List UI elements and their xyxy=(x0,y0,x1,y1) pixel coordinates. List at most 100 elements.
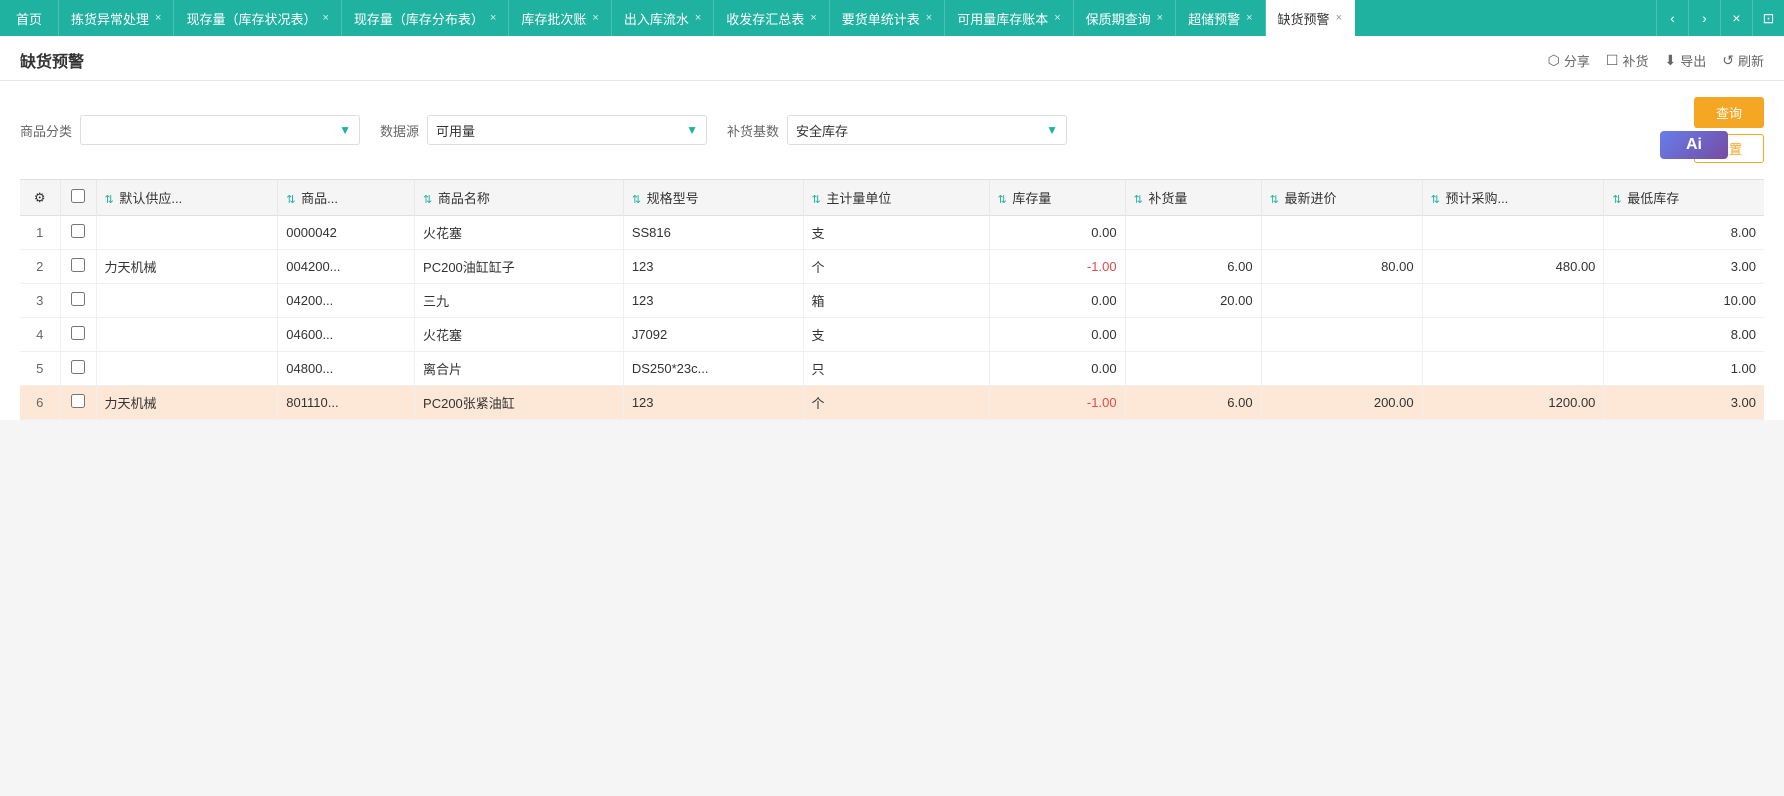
close-tab-11[interactable]: × xyxy=(1336,12,1342,24)
row-name-5: PC200张紧油缸 xyxy=(415,386,624,420)
row-code-5: 801110... xyxy=(278,386,415,420)
row-price-5: 200.00 xyxy=(1261,386,1422,420)
row-supplier-0 xyxy=(96,216,278,250)
share-button[interactable]: ⬡ 分享 xyxy=(1548,51,1590,70)
row-supplier-3 xyxy=(96,318,278,352)
row-est-4 xyxy=(1422,352,1604,386)
row-check-2[interactable] xyxy=(60,284,96,318)
th-product-code[interactable]: ⇅ 商品... xyxy=(278,180,415,216)
nav-tab-10[interactable]: 超储预警 × xyxy=(1176,0,1265,36)
close-tab-2[interactable]: × xyxy=(322,12,328,24)
th-est-purchase[interactable]: ⇅ 预计采购... xyxy=(1422,180,1604,216)
row-check-4[interactable] xyxy=(60,352,96,386)
row-num-0: 1 xyxy=(20,216,60,250)
row-check-5[interactable] xyxy=(60,386,96,420)
row-min-4: 1.00 xyxy=(1604,352,1764,386)
nav-close-button[interactable]: × xyxy=(1720,0,1752,36)
row-num-4: 5 xyxy=(20,352,60,386)
row-checkbox-1[interactable] xyxy=(71,258,85,272)
top-nav: 首页 拣货异常处理 × 现存量（库存状况表） × 现存量（库存分布表） × 库存… xyxy=(0,0,1784,36)
close-tab-1[interactable]: × xyxy=(155,12,161,24)
nav-tab-11[interactable]: 缺货预警 × xyxy=(1266,0,1355,36)
th-latest-price[interactable]: ⇅ 最新进价 xyxy=(1261,180,1422,216)
nav-tab-1[interactable]: 拣货异常处理 × xyxy=(59,0,174,36)
th-product-name[interactable]: ⇅ 商品名称 xyxy=(415,180,624,216)
sort-icon-stock: ⇅ xyxy=(998,194,1007,206)
row-num-1: 2 xyxy=(20,250,60,284)
close-tab-8[interactable]: × xyxy=(1054,12,1060,24)
row-code-3: 04600... xyxy=(278,318,415,352)
table-row: 6 力天机械 801110... PC200张紧油缸 123 个 -1.00 6… xyxy=(20,386,1764,420)
close-tab-6[interactable]: × xyxy=(810,12,816,24)
table-container: ⚙ ⇅ 默认供应... ⇅ 商品... ⇅ 商品名称 xyxy=(0,179,1784,420)
close-tab-10[interactable]: × xyxy=(1246,12,1252,24)
close-tab-4[interactable]: × xyxy=(592,12,598,24)
row-est-0 xyxy=(1422,216,1604,250)
sort-icon-replenish: ⇅ xyxy=(1134,194,1143,206)
th-unit[interactable]: ⇅ 主计量单位 xyxy=(803,180,989,216)
export-button[interactable]: ⬇ 导出 xyxy=(1665,51,1707,70)
row-spec-0: SS816 xyxy=(623,216,803,250)
data-source-arrow-icon: ▼ xyxy=(686,123,698,137)
replenish-button[interactable]: ☐ 补货 xyxy=(1606,51,1649,70)
row-check-0[interactable] xyxy=(60,216,96,250)
page-header: 缺货预警 ⬡ 分享 ☐ 补货 ⬇ 导出 ↺ 刷新 xyxy=(0,36,1784,81)
row-spec-5: 123 xyxy=(623,386,803,420)
nav-next-button[interactable]: › xyxy=(1688,0,1720,36)
row-checkbox-2[interactable] xyxy=(71,292,85,306)
nav-tab-6[interactable]: 收发存汇总表 × xyxy=(714,0,829,36)
nav-tab-home[interactable]: 首页 xyxy=(0,0,59,36)
close-tab-7[interactable]: × xyxy=(926,12,932,24)
close-tab-5[interactable]: × xyxy=(695,12,701,24)
row-stock-2: 0.00 xyxy=(989,284,1125,318)
sort-icon-supplier: ⇅ xyxy=(105,194,114,206)
nav-expand-button[interactable]: ⊡ xyxy=(1752,0,1784,36)
close-tab-3[interactable]: × xyxy=(490,12,496,24)
row-checkbox-0[interactable] xyxy=(71,224,85,238)
row-est-1: 480.00 xyxy=(1422,250,1604,284)
nav-prev-button[interactable]: ‹ xyxy=(1656,0,1688,36)
ai-badge[interactable]: Ai xyxy=(1660,131,1728,159)
table-row: 1 0000042 火花塞 SS816 支 0.00 8.00 xyxy=(20,216,1764,250)
nav-tab-4[interactable]: 库存批次账 × xyxy=(509,0,611,36)
refresh-button[interactable]: ↺ 刷新 xyxy=(1722,51,1764,70)
nav-tab-9[interactable]: 保质期查询 × xyxy=(1074,0,1176,36)
row-price-3 xyxy=(1261,318,1422,352)
data-source-select[interactable]: 可用量 ▼ xyxy=(427,115,707,145)
nav-tab-3[interactable]: 现存量（库存分布表） × xyxy=(342,0,509,36)
query-button[interactable]: 查询 xyxy=(1694,97,1764,128)
row-check-1[interactable] xyxy=(60,250,96,284)
nav-tab-2[interactable]: 现存量（库存状况表） × xyxy=(174,0,341,36)
row-name-2: 三九 xyxy=(415,284,624,318)
nav-tab-5[interactable]: 出入库流水 × xyxy=(612,0,714,36)
close-tab-9[interactable]: × xyxy=(1157,12,1163,24)
nav-tab-8[interactable]: 可用量库存账本 × xyxy=(945,0,1073,36)
row-stock-1: -1.00 xyxy=(989,250,1125,284)
row-checkbox-4[interactable] xyxy=(71,360,85,374)
page-title: 缺货预警 xyxy=(20,48,84,72)
row-spec-3: J7092 xyxy=(623,318,803,352)
th-replenish-qty[interactable]: ⇅ 补货量 xyxy=(1125,180,1261,216)
row-check-3[interactable] xyxy=(60,318,96,352)
table-row: 5 04800... 离合片 DS250*23c... 只 0.00 1.00 xyxy=(20,352,1764,386)
table-row: 3 04200... 三九 123 箱 0.00 20.00 10.00 xyxy=(20,284,1764,318)
row-supplier-4 xyxy=(96,352,278,386)
row-unit-3: 支 xyxy=(803,318,989,352)
th-spec[interactable]: ⇅ 规格型号 xyxy=(623,180,803,216)
replenish-base-select[interactable]: 安全库存 ▼ xyxy=(787,115,1067,145)
row-unit-5: 个 xyxy=(803,386,989,420)
row-checkbox-5[interactable] xyxy=(71,394,85,408)
nav-tab-7[interactable]: 要货单统计表 × xyxy=(830,0,945,36)
row-spec-2: 123 xyxy=(623,284,803,318)
product-category-select[interactable]: ▼ xyxy=(80,115,360,145)
row-min-1: 3.00 xyxy=(1604,250,1764,284)
th-default-supplier[interactable]: ⇅ 默认供应... xyxy=(96,180,278,216)
row-checkbox-3[interactable] xyxy=(71,326,85,340)
data-source-group: 数据源 可用量 ▼ xyxy=(380,115,707,145)
select-all-checkbox[interactable] xyxy=(71,189,85,203)
row-min-2: 10.00 xyxy=(1604,284,1764,318)
th-stock[interactable]: ⇅ 库存量 xyxy=(989,180,1125,216)
th-gear[interactable]: ⚙ xyxy=(20,180,60,216)
row-price-2 xyxy=(1261,284,1422,318)
th-min-stock[interactable]: ⇅ 最低库存 xyxy=(1604,180,1764,216)
